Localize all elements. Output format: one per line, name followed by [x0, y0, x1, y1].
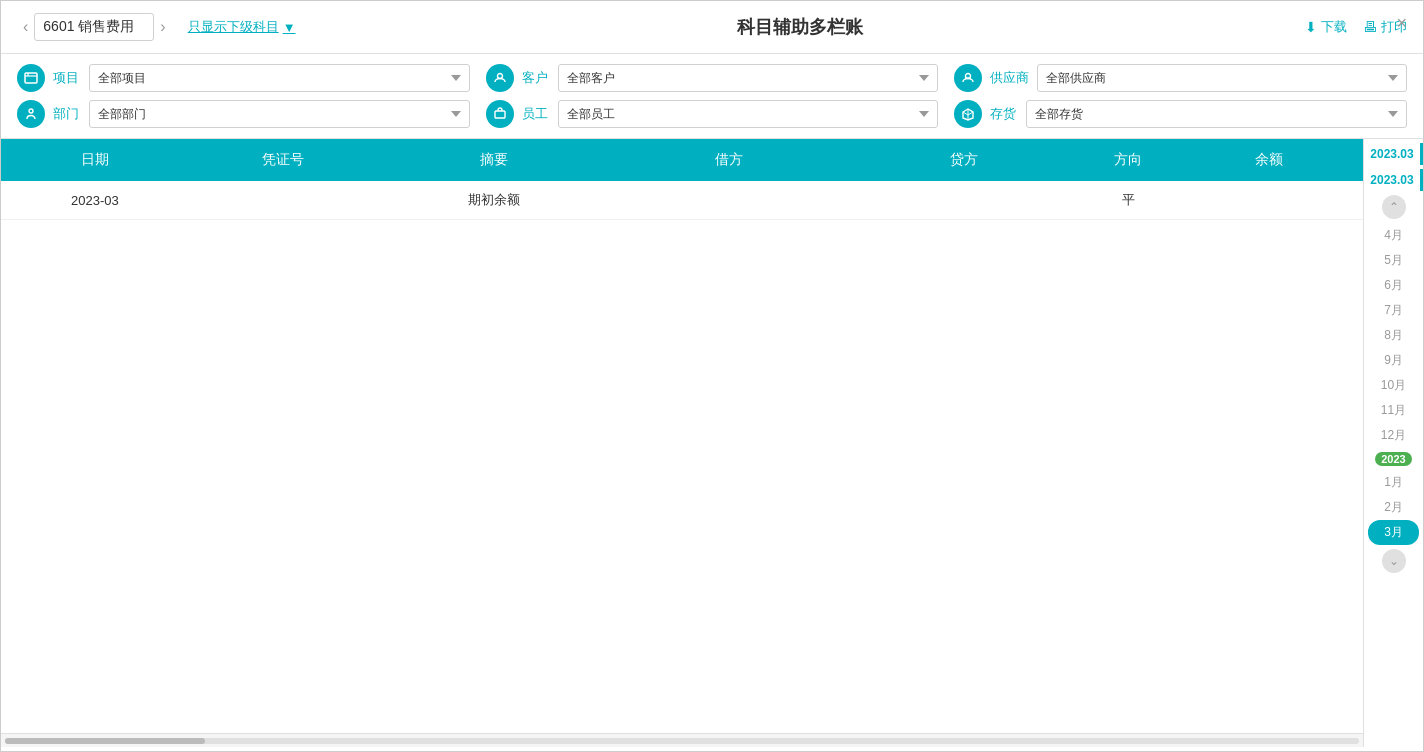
download-btn[interactable]: ⬇ 下载	[1305, 18, 1347, 36]
col-header-debit: 借方	[612, 139, 847, 181]
svg-point-3	[497, 74, 502, 79]
account-code: 6601 销售费用	[34, 13, 154, 41]
header: ‹ 6601 销售费用 › 只显示下级科目 ▼ 科目辅助多栏账 ⬇ 下载 🖶 打…	[1, 1, 1423, 54]
supplier-filter: 供应商 全部供应商	[954, 64, 1407, 92]
main-window: ‹ 6601 销售费用 › 只显示下级科目 ▼ 科目辅助多栏账 ⬇ 下载 🖶 打…	[0, 0, 1424, 752]
table-area: 日期 凭证号 摘要 借方 贷方 方向 余额 2023-03	[1, 139, 1363, 747]
timeline-month-12[interactable]: 12月	[1364, 423, 1423, 448]
page-title: 科目辅助多栏账	[296, 15, 1305, 39]
col-header-voucher: 凭证号	[189, 139, 377, 181]
timeline-month-4[interactable]: 4月	[1364, 223, 1423, 248]
prev-account-btn[interactable]: ‹	[17, 16, 34, 38]
staff-label: 员工	[522, 105, 550, 123]
scroll-track	[5, 738, 1359, 744]
svg-rect-7	[495, 111, 505, 118]
inventory-icon	[954, 100, 982, 128]
close-btn[interactable]: ×	[1396, 13, 1407, 34]
col-header-balance: 余额	[1175, 139, 1363, 181]
show-sub-toggle[interactable]: 只显示下级科目 ▼	[188, 18, 296, 36]
table-container[interactable]: 日期 凭证号 摘要 借方 贷方 方向 余额 2023-03	[1, 139, 1363, 733]
download-icon: ⬇	[1305, 19, 1317, 35]
customer-filter: 客户 全部客户	[486, 64, 939, 92]
dept-filter: 部门 全部部门	[17, 100, 470, 128]
header-actions: ⬇ 下载 🖶 打印	[1305, 18, 1407, 36]
svg-rect-0	[25, 73, 37, 83]
dept-label: 部门	[53, 105, 81, 123]
col-header-summary: 摘要	[377, 139, 612, 181]
show-sub-label: 只显示下级科目	[188, 18, 279, 36]
content-area: 日期 凭证号 摘要 借方 贷方 方向 余额 2023-03	[1, 139, 1423, 747]
project-label: 项目	[53, 69, 81, 87]
timeline-month-3-active[interactable]: 3月	[1368, 520, 1419, 545]
timeline-month-7[interactable]: 7月	[1364, 298, 1423, 323]
table-header-row: 日期 凭证号 摘要 借方 贷方 方向 余额	[1, 139, 1363, 181]
supplier-label: 供应商	[990, 69, 1029, 87]
dept-select[interactable]: 全部部门	[89, 100, 470, 128]
next-account-btn[interactable]: ›	[154, 16, 171, 38]
timeline-top-item-1[interactable]: 2023.03	[1364, 143, 1423, 165]
cell-date: 2023-03	[1, 181, 189, 220]
staff-icon	[486, 100, 514, 128]
timeline-top-item-2[interactable]: 2023.03	[1364, 169, 1423, 191]
dept-icon	[17, 100, 45, 128]
table-row: 2023-03 期初余额 平	[1, 181, 1363, 220]
timeline-year-badge: 2023	[1375, 452, 1411, 466]
project-select[interactable]: 全部项目	[89, 64, 470, 92]
inventory-filter: 存货 全部存货	[954, 100, 1407, 128]
cell-balance	[1175, 181, 1363, 220]
col-header-credit: 贷方	[846, 139, 1081, 181]
inventory-select[interactable]: 全部存货	[1026, 100, 1407, 128]
col-header-date: 日期	[1, 139, 189, 181]
cell-credit	[846, 181, 1081, 220]
supplier-select[interactable]: 全部供应商	[1037, 64, 1407, 92]
scroll-thumb	[5, 738, 205, 744]
cell-direction: 平	[1081, 181, 1175, 220]
timeline-month-8[interactable]: 8月	[1364, 323, 1423, 348]
customer-label: 客户	[522, 69, 550, 87]
customer-select[interactable]: 全部客户	[558, 64, 939, 92]
project-icon	[17, 64, 45, 92]
cell-debit	[612, 181, 847, 220]
horizontal-scrollbar[interactable]	[1, 733, 1363, 747]
download-label: 下载	[1321, 18, 1347, 36]
timeline-month-2[interactable]: 2月	[1364, 495, 1423, 520]
project-filter: 项目 全部项目	[17, 64, 470, 92]
col-header-direction: 方向	[1081, 139, 1175, 181]
data-table: 日期 凭证号 摘要 借方 贷方 方向 余额 2023-03	[1, 139, 1363, 220]
timeline-month-6[interactable]: 6月	[1364, 273, 1423, 298]
inventory-label: 存货	[990, 105, 1018, 123]
filter-bar: 项目 全部项目 客户 全部客户 供应商 全部供应商	[1, 54, 1423, 139]
timeline-month-10[interactable]: 10月	[1364, 373, 1423, 398]
timeline-month-1[interactable]: 1月	[1364, 470, 1423, 495]
print-icon: 🖶	[1363, 19, 1377, 35]
timeline-month-5[interactable]: 5月	[1364, 248, 1423, 273]
staff-select[interactable]: 全部员工	[558, 100, 939, 128]
timeline-month-9[interactable]: 9月	[1364, 348, 1423, 373]
timeline-month-11[interactable]: 11月	[1364, 398, 1423, 423]
side-timeline: 2023.03 2023.03 ⌃ 4月 5月 6月 7月 8月 9月 10月 …	[1363, 139, 1423, 747]
cell-voucher	[189, 181, 377, 220]
staff-filter: 员工 全部员工	[486, 100, 939, 128]
timeline-scroll-down-btn[interactable]: ⌄	[1382, 549, 1406, 573]
customer-icon	[486, 64, 514, 92]
timeline-scroll-up-btn[interactable]: ⌃	[1382, 195, 1406, 219]
cell-summary: 期初余额	[377, 181, 612, 220]
chevron-down-icon: ▼	[283, 20, 296, 35]
supplier-icon	[954, 64, 982, 92]
svg-point-6	[29, 109, 33, 113]
